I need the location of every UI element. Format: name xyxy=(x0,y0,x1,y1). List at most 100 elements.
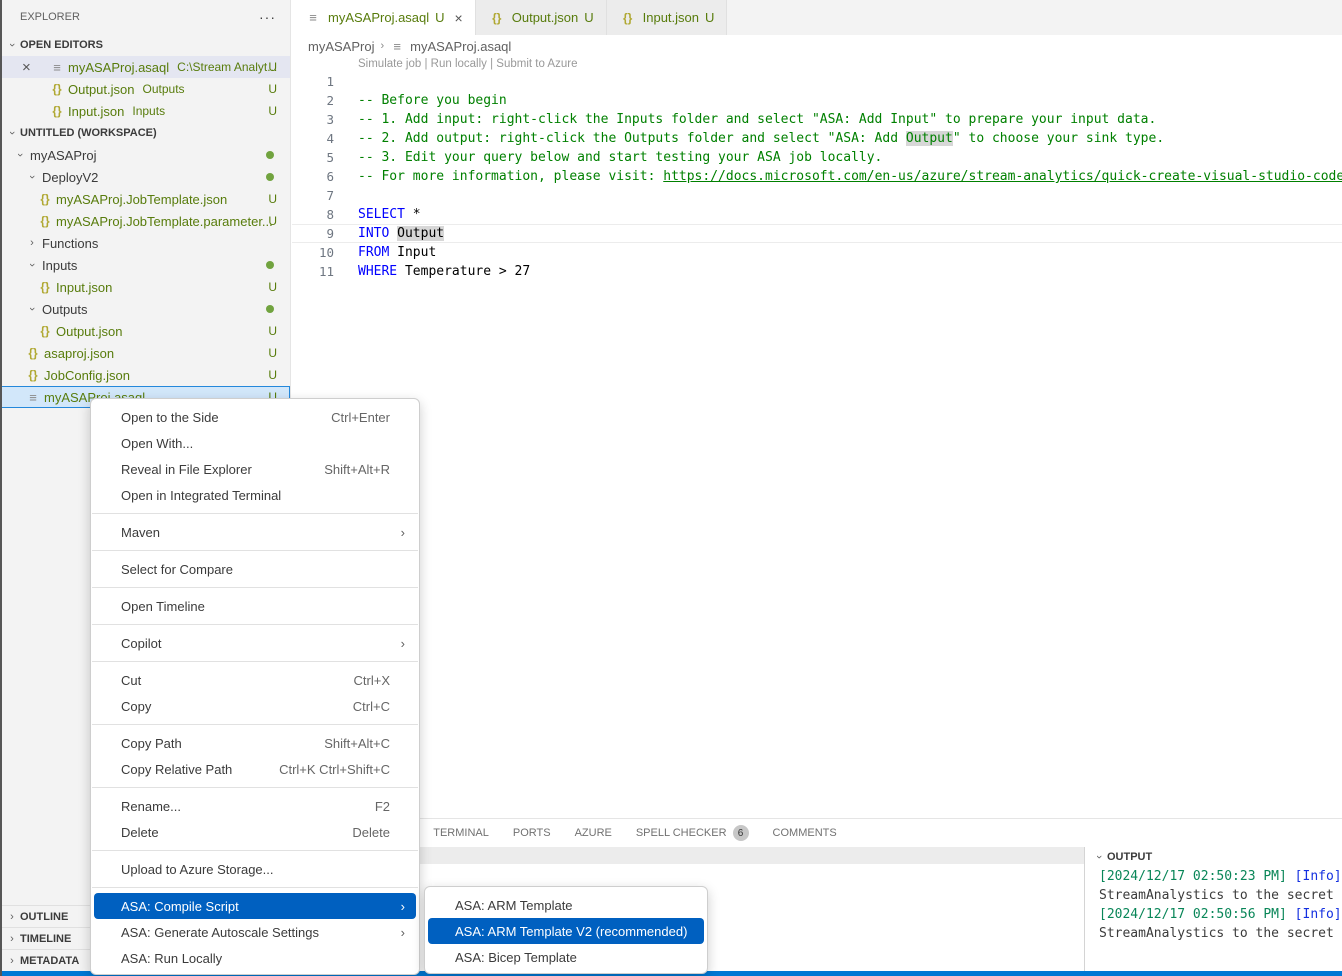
tree-item-myasaproj-jobtemplate-parameter[interactable]: {}myASAProj.JobTemplate.parameter...U xyxy=(0,210,290,232)
asaql-file-icon: ≡ xyxy=(304,10,322,25)
open-editor-myasaproj-asaql[interactable]: ×≡myASAProj.asaqlC:\Stream Analyt...U xyxy=(0,56,290,78)
code-line-4[interactable]: 4-- 2. Add output: right-click the Outpu… xyxy=(292,129,1342,148)
code-segment: FROM xyxy=(358,245,389,260)
tree-item-myasaproj[interactable]: ›myASAProj xyxy=(0,144,290,166)
code-line-8[interactable]: 8SELECT * xyxy=(292,205,1342,224)
breadcrumb-item[interactable]: myASAProj xyxy=(308,39,374,54)
menu-item-delete[interactable]: DeleteDelete xyxy=(94,819,416,845)
panel-tab-azure[interactable]: AZURE xyxy=(575,819,612,847)
sidebar-header: EXPLORER ··· xyxy=(0,0,290,34)
menu-item-open-with[interactable]: Open With... xyxy=(94,430,416,456)
file-description: Outputs xyxy=(143,82,185,96)
code-line-5[interactable]: 5-- 3. Edit your query below and start t… xyxy=(292,148,1342,167)
open-editors-header[interactable]: › OPEN EDITORS xyxy=(0,34,290,56)
code-line-10[interactable]: 10FROM Input xyxy=(292,243,1342,262)
code-line-11[interactable]: 11WHERE Temperature > 27 xyxy=(292,262,1342,281)
log-line: [2024/12/17 02:50:23 PM] [Info] xyxy=(1099,867,1342,886)
menu-separator xyxy=(92,724,418,725)
menu-item-maven[interactable]: Maven› xyxy=(94,519,416,545)
tree-item-functions[interactable]: ›Functions xyxy=(0,232,290,254)
chevron-right-icon: › xyxy=(4,955,20,967)
chevron-down-icon: › xyxy=(14,147,26,163)
submenu-item-asa-arm-template[interactable]: ASA: ARM Template xyxy=(428,892,704,918)
menu-separator xyxy=(92,550,418,551)
file-context-menu: Open to the SideCtrl+EnterOpen With...Re… xyxy=(90,398,420,975)
workspace-header[interactable]: › UNTITLED (WORKSPACE) xyxy=(0,122,290,144)
menu-item-asa-generate-autoscale-settings[interactable]: ASA: Generate Autoscale Settings› xyxy=(94,919,416,945)
tree-item-jobconfig-json[interactable]: {}JobConfig.jsonU xyxy=(0,364,290,386)
menu-item-upload-to-azure-storage[interactable]: Upload to Azure Storage... xyxy=(94,856,416,882)
section-title: OUTLINE xyxy=(20,911,68,923)
git-status-badge: U xyxy=(268,60,277,74)
menu-item-copilot[interactable]: Copilot› xyxy=(94,630,416,656)
panel-tabbar: OUTPUTTERMINALPORTSAZURESPELL CHECKER6CO… xyxy=(292,819,1342,847)
tree-item-asaproj-json[interactable]: {}asaproj.jsonU xyxy=(0,342,290,364)
tab-output-json[interactable]: {}Output.jsonU xyxy=(476,0,607,35)
tree-item-outputs[interactable]: ›Outputs xyxy=(0,298,290,320)
tab-myasaproj-asaql[interactable]: ≡myASAProj.asaqlU× xyxy=(292,0,476,35)
editor-tabbar: ≡myASAProj.asaqlU×{}Output.jsonU{}Input.… xyxy=(292,0,1342,35)
tree-item-input-json[interactable]: {}Input.jsonU xyxy=(0,276,290,298)
tree-item-deployv2[interactable]: ›DeployV2 xyxy=(0,166,290,188)
code-line-2[interactable]: 2-- Before you begin xyxy=(292,91,1342,110)
menu-item-label: Cut xyxy=(121,673,141,688)
panel-tab-ports[interactable]: PORTS xyxy=(513,819,551,847)
menu-item-open-timeline[interactable]: Open Timeline xyxy=(94,593,416,619)
menu-item-copy-relative-path[interactable]: Copy Relative PathCtrl+K Ctrl+Shift+C xyxy=(94,756,416,782)
tree-item-inputs[interactable]: ›Inputs xyxy=(0,254,290,276)
chevron-right-icon: › xyxy=(4,911,20,923)
panel-tab-terminal[interactable]: TERMINAL xyxy=(433,819,489,847)
log-segment: [Info] xyxy=(1295,907,1342,922)
menu-item-shortcut: Ctrl+C xyxy=(323,699,390,714)
compile-script-submenu: ASA: ARM Template ASA: ARM Template V2 (r… xyxy=(424,886,708,974)
git-status-badge: U xyxy=(268,104,277,118)
submenu-item-asa-bicep-template[interactable]: ASA: Bicep Template xyxy=(428,944,704,970)
doc-link[interactable]: https://docs.microsoft.com/en-us/azure/s… xyxy=(663,169,1342,184)
menu-item-label: Upload to Azure Storage... xyxy=(121,862,273,877)
menu-item-shortcut: Shift+Alt+R xyxy=(294,462,390,477)
menu-item-cut[interactable]: CutCtrl+X xyxy=(94,667,416,693)
menu-item-open-to-the-side[interactable]: Open to the SideCtrl+Enter xyxy=(94,404,416,430)
menu-item-asa-compile-script[interactable]: ASA: Compile Script› xyxy=(94,893,416,919)
code-line-1[interactable]: 1 xyxy=(292,72,1342,91)
chevron-down-icon: › xyxy=(26,257,38,273)
tree-item-myasaproj-jobtemplate-json[interactable]: {}myASAProj.JobTemplate.jsonU xyxy=(0,188,290,210)
tab-input-json[interactable]: {}Input.jsonU xyxy=(607,0,728,35)
output-section-header[interactable]: › OUTPUT xyxy=(1085,847,1342,867)
code-editor[interactable]: 12-- Before you begin3-- 1. Add input: r… xyxy=(292,72,1342,281)
code-line-7[interactable]: 7 xyxy=(292,186,1342,205)
chevron-right-icon: › xyxy=(4,933,20,945)
panel-tab-comments[interactable]: COMMENTS xyxy=(773,819,837,847)
menu-item-copy-path[interactable]: Copy PathShift+Alt+C xyxy=(94,730,416,756)
output-log-lines[interactable]: [2024/12/17 02:50:23 PM] [Info]StreamAna… xyxy=(1085,867,1342,943)
code-line-6[interactable]: 6-- For more information, please visit: … xyxy=(292,167,1342,186)
menu-item-label: Open in Integrated Terminal xyxy=(121,488,281,503)
breadcrumb-item[interactable]: myASAProj.asaql xyxy=(410,39,511,54)
menu-item-select-for-compare[interactable]: Select for Compare xyxy=(94,556,416,582)
menu-item-label: ASA: Compile Script xyxy=(121,899,239,914)
menu-item-label: ASA: Run Locally xyxy=(121,951,222,966)
log-segment xyxy=(1287,907,1295,922)
close-icon[interactable]: × xyxy=(22,59,48,76)
open-editor-output-json[interactable]: {}Output.jsonOutputsU xyxy=(0,78,290,100)
menu-item-reveal-in-file-explorer[interactable]: Reveal in File ExplorerShift+Alt+R xyxy=(94,456,416,482)
menu-item-rename[interactable]: Rename...F2 xyxy=(94,793,416,819)
menu-item-open-in-integrated-terminal[interactable]: Open in Integrated Terminal xyxy=(94,482,416,508)
line-number: 10 xyxy=(292,243,334,262)
tree-item-output-json[interactable]: {}Output.jsonU xyxy=(0,320,290,342)
json-file-icon: {} xyxy=(48,104,66,118)
menu-separator xyxy=(92,850,418,851)
code-line-9[interactable]: 9INTO Output xyxy=(292,224,1342,243)
code-line-3[interactable]: 3-- 1. Add input: right-click the Inputs… xyxy=(292,110,1342,129)
panel-tab-spell-checker[interactable]: SPELL CHECKER6 xyxy=(636,819,749,847)
menu-item-copy[interactable]: CopyCtrl+C xyxy=(94,693,416,719)
open-editor-input-json[interactable]: {}Input.jsonInputsU xyxy=(0,100,290,122)
tab-label: Output.json xyxy=(512,10,579,25)
more-actions-icon[interactable]: ··· xyxy=(259,9,276,25)
menu-item-asa-run-locally[interactable]: ASA: Run Locally xyxy=(94,945,416,971)
submenu-item-asa-arm-template-v2-recommended[interactable]: ASA: ARM Template V2 (recommended) xyxy=(428,918,704,944)
close-icon[interactable]: × xyxy=(455,10,463,26)
menu-item-label: ASA: ARM Template V2 (recommended) xyxy=(455,924,687,939)
breadcrumb[interactable]: myASAProj›≡myASAProj.asaql xyxy=(292,35,1342,57)
codelens-actions[interactable]: Simulate job | Run locally | Submit to A… xyxy=(292,57,1342,72)
